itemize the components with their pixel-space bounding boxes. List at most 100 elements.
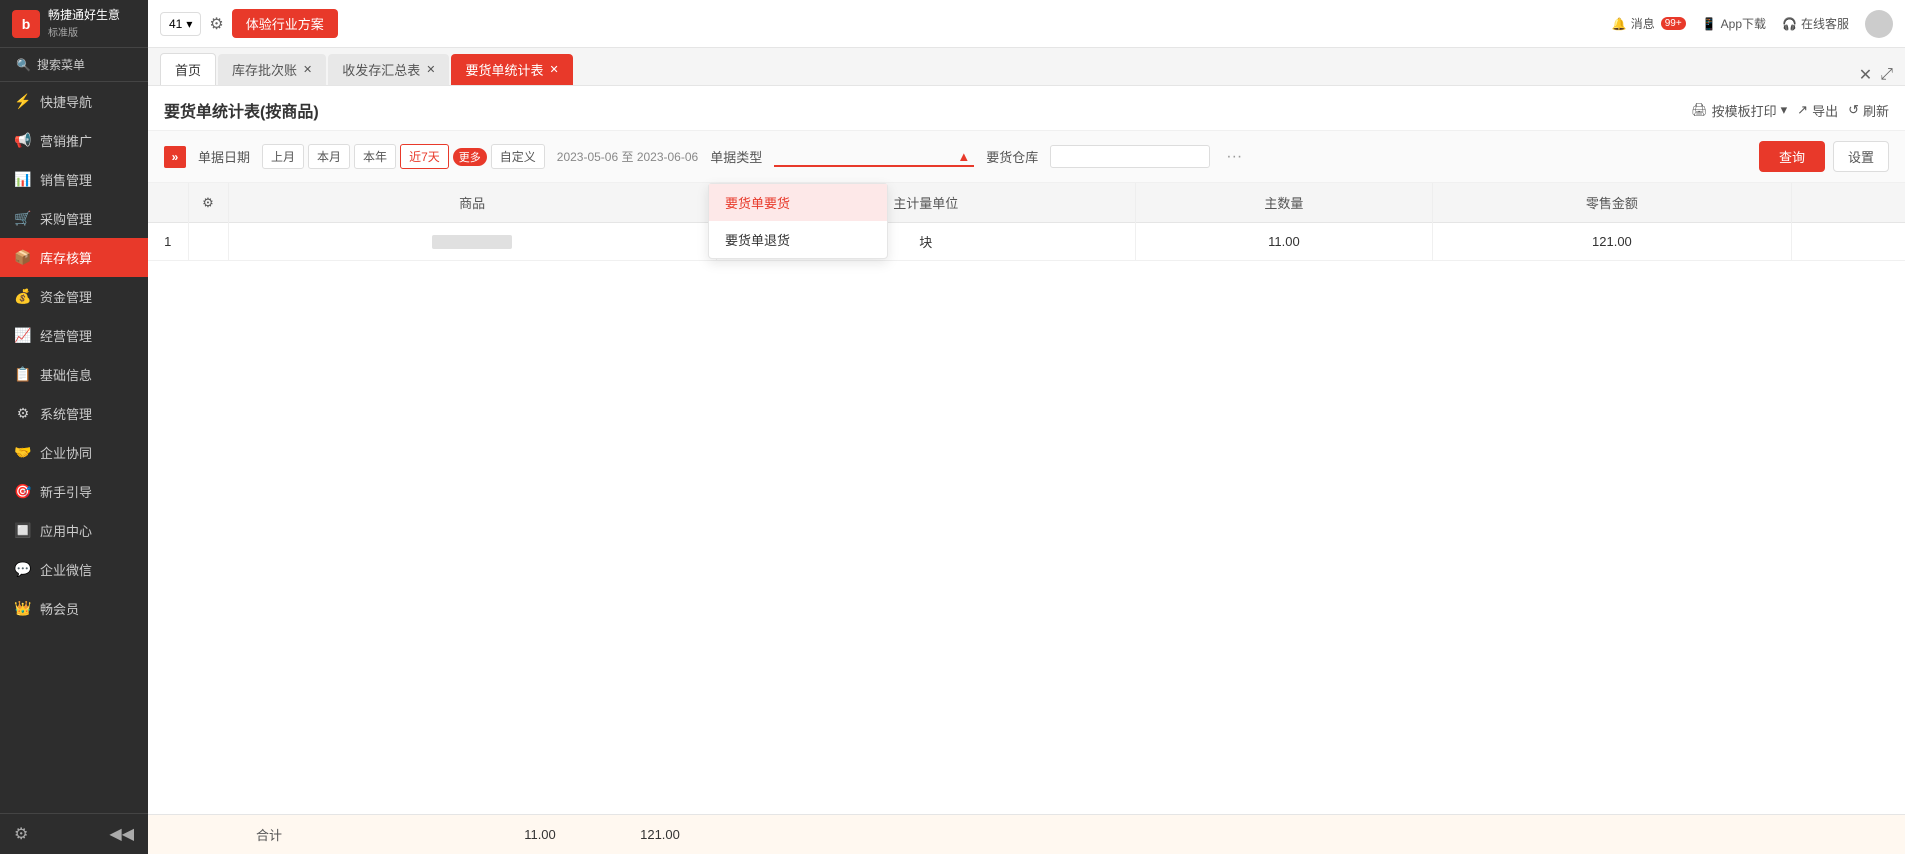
messages-label: 消息 bbox=[1631, 15, 1655, 32]
type-chevron-up-icon[interactable]: ▲ bbox=[957, 149, 970, 164]
query-btn[interactable]: 查询 bbox=[1759, 141, 1825, 172]
handshake-icon: 🤝 bbox=[14, 444, 32, 462]
date-btn-custom[interactable]: 自定义 bbox=[491, 144, 545, 169]
date-btn-7days[interactable]: 近7天 bbox=[400, 144, 449, 169]
sidebar-item-label: 企业协同 bbox=[40, 443, 92, 462]
sidebar-item-label: 新手引导 bbox=[40, 482, 92, 501]
cell-amount: 121.00 bbox=[1433, 223, 1791, 261]
tab-recv-summary[interactable]: 收发存汇总表 ✕ bbox=[328, 54, 449, 85]
tab-inventory-batch[interactable]: 库存批次账 ✕ bbox=[218, 54, 326, 85]
settings-filter-btn[interactable]: 设置 bbox=[1833, 141, 1889, 172]
sidebar-item-label: 经营管理 bbox=[40, 326, 92, 345]
main-area: 41 ▾ ⚙ 体验行业方案 🔔 消息 99+ 📱 App下载 🎧 在线客服 bbox=[148, 0, 1905, 854]
date-btn-last-month[interactable]: 上月 bbox=[262, 144, 304, 169]
tab-order-stat-label: 要货单统计表 bbox=[465, 60, 543, 79]
sidebar-item-label: 快捷导航 bbox=[40, 92, 92, 111]
crown-icon: 👑 bbox=[14, 600, 32, 618]
sidebar-item-sales[interactable]: 📊 销售管理 bbox=[0, 160, 148, 199]
col-header-index bbox=[148, 183, 188, 223]
sidebar-item-apps[interactable]: 🔲 应用中心 bbox=[0, 511, 148, 550]
tab-inventory-batch-label: 库存批次账 bbox=[232, 60, 297, 79]
printer-icon: 🖨 bbox=[1691, 102, 1708, 118]
export-btn[interactable]: ↗ 导出 bbox=[1797, 101, 1838, 120]
tabs-bar: 首页 库存批次账 ✕ 收发存汇总表 ✕ 要货单统计表 ✕ ✕ ⤢ bbox=[148, 48, 1905, 86]
headset-icon: 🎧 bbox=[1782, 17, 1797, 31]
sidebar-collapse-btn[interactable]: ◀◀ bbox=[109, 824, 134, 844]
online-service-label: 在线客服 bbox=[1801, 15, 1849, 32]
dropdown-item-order-goods[interactable]: 要货单要货 bbox=[709, 184, 887, 221]
cell-extra bbox=[1791, 223, 1905, 261]
col-header-product: 商品 bbox=[228, 183, 716, 223]
sidebar-nav: ⚡ 快捷导航 📢 营销推广 📊 销售管理 🛒 采购管理 📦 库存核算 💰 资金管… bbox=[0, 82, 148, 813]
sidebar-item-label: 畅会员 bbox=[40, 599, 79, 618]
target-icon: 🎯 bbox=[14, 483, 32, 501]
close-tab-inventory-batch[interactable]: ✕ bbox=[303, 63, 312, 76]
date-btn-this-month[interactable]: 本月 bbox=[308, 144, 350, 169]
sidebar-item-cooperation[interactable]: 🤝 企业协同 bbox=[0, 433, 148, 472]
date-filter-label: 单据日期 bbox=[198, 147, 250, 166]
sidebar-item-system[interactable]: ⚙ 系统管理 bbox=[0, 394, 148, 433]
tab-home-label: 首页 bbox=[175, 60, 201, 79]
sidebar-item-quick-nav[interactable]: ⚡ 快捷导航 bbox=[0, 82, 148, 121]
user-avatar[interactable] bbox=[1865, 10, 1893, 38]
print-label: 按模板打印 bbox=[1712, 101, 1777, 120]
cell-product bbox=[228, 223, 716, 261]
online-service-action[interactable]: 🎧 在线客服 bbox=[1782, 15, 1849, 32]
sidebar-item-inventory[interactable]: 📦 库存核算 bbox=[0, 238, 148, 277]
filter-expand-btn[interactable]: » bbox=[164, 146, 186, 168]
sidebar-logo: b 畅捷通好生意 标准版 bbox=[0, 0, 148, 48]
chat-icon: 💬 bbox=[14, 561, 32, 579]
col-header-settings[interactable]: ⚙ bbox=[188, 183, 228, 223]
sidebar-item-basic[interactable]: 📋 基础信息 bbox=[0, 355, 148, 394]
sidebar-item-wecom[interactable]: 💬 企业微信 bbox=[0, 550, 148, 589]
close-tab-recv-summary[interactable]: ✕ bbox=[426, 63, 435, 76]
sidebar-item-marketing[interactable]: 📢 营销推广 bbox=[0, 121, 148, 160]
tabs-expand-btn[interactable]: ⤢ bbox=[1880, 66, 1893, 84]
export-label: 导出 bbox=[1812, 101, 1838, 120]
logo-icon: b bbox=[12, 10, 40, 38]
lightning-icon: ⚡ bbox=[14, 93, 32, 111]
col-header-qty: 主数量 bbox=[1135, 183, 1433, 223]
sidebar-item-label: 应用中心 bbox=[40, 521, 92, 540]
messages-action[interactable]: 🔔 消息 99+ bbox=[1612, 15, 1686, 32]
sidebar-settings-btn[interactable]: ⚙ bbox=[14, 824, 28, 844]
warehouse-filter-label: 要货仓库 bbox=[986, 147, 1038, 166]
sidebar-item-label: 采购管理 bbox=[40, 209, 92, 228]
store-selector[interactable]: 41 ▾ bbox=[160, 12, 201, 36]
sidebar-item-label: 资金管理 bbox=[40, 287, 92, 306]
app-download-action[interactable]: 📱 App下载 bbox=[1702, 15, 1766, 32]
date-more-tag[interactable]: 更多 bbox=[453, 148, 487, 166]
tab-home[interactable]: 首页 bbox=[160, 53, 216, 85]
type-filter-input[interactable] bbox=[774, 146, 974, 167]
page-title: 要货单统计表(按商品) bbox=[164, 98, 319, 122]
sidebar-item-management[interactable]: 📈 经营管理 bbox=[0, 316, 148, 355]
sidebar-search[interactable]: 🔍 搜索菜单 bbox=[0, 48, 148, 82]
header: 41 ▾ ⚙ 体验行业方案 🔔 消息 99+ 📱 App下载 🎧 在线客服 bbox=[148, 0, 1905, 48]
chart-icon: 📊 bbox=[14, 171, 32, 189]
megaphone-icon: 📢 bbox=[14, 132, 32, 150]
more-dots-btn[interactable]: ··· bbox=[1226, 148, 1242, 166]
brand-sub: 标准版 bbox=[48, 24, 120, 39]
tabs-close-btn[interactable]: ✕ bbox=[1859, 65, 1872, 85]
date-btn-this-year[interactable]: 本年 bbox=[354, 144, 396, 169]
print-btn[interactable]: 🖨 按模板打印 ▾ bbox=[1691, 101, 1787, 120]
brand-name: 畅捷通好生意 bbox=[48, 8, 120, 24]
tab-order-stat[interactable]: 要货单统计表 ✕ bbox=[451, 54, 572, 85]
header-settings-btn[interactable]: ⚙ bbox=[209, 14, 223, 34]
trial-btn[interactable]: 体验行业方案 bbox=[232, 9, 338, 38]
gear-icon: ⚙ bbox=[14, 405, 32, 423]
search-label: 搜索菜单 bbox=[37, 56, 85, 73]
chevron-down-icon: ▾ bbox=[186, 17, 192, 31]
sidebar-item-guide[interactable]: 🎯 新手引导 bbox=[0, 472, 148, 511]
sidebar-item-finance[interactable]: 💰 资金管理 bbox=[0, 277, 148, 316]
dropdown-item-order-return[interactable]: 要货单退货 bbox=[709, 221, 887, 258]
sidebar-item-member[interactable]: 👑 畅会员 bbox=[0, 589, 148, 628]
sidebar-item-purchase[interactable]: 🛒 采购管理 bbox=[0, 199, 148, 238]
refresh-btn[interactable]: ↺ 刷新 bbox=[1848, 101, 1889, 120]
sidebar-footer: ⚙ ◀◀ bbox=[0, 813, 148, 854]
dropdown-item-label: 要货单退货 bbox=[725, 233, 790, 248]
type-filter-wrapper: ▲ bbox=[774, 146, 974, 167]
refresh-label: 刷新 bbox=[1863, 101, 1889, 120]
close-tab-order-stat[interactable]: ✕ bbox=[550, 63, 559, 76]
warehouse-filter-input[interactable] bbox=[1050, 145, 1210, 168]
